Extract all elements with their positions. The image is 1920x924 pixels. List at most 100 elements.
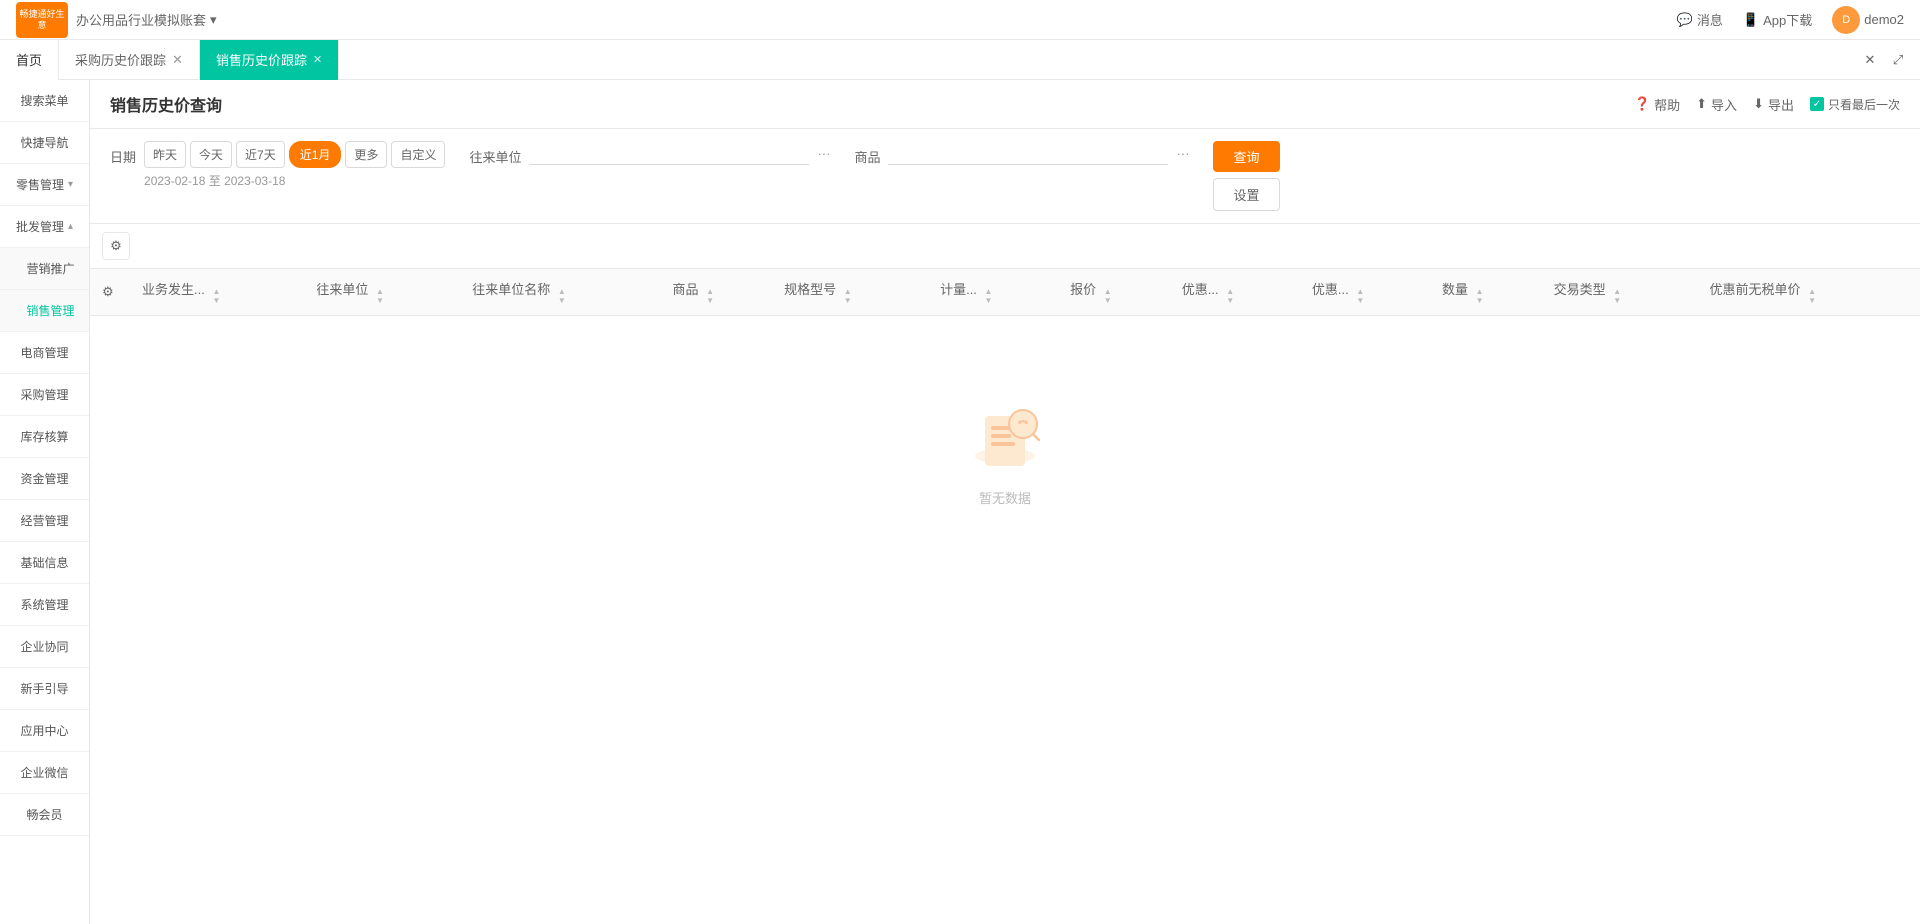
sidebar-item-search-menu[interactable]: 搜索菜单 — [0, 80, 89, 122]
sidebar-wholesale-mgmt-label: 批发管理 — [16, 218, 64, 235]
sort-icon: ▲▼ — [376, 287, 384, 305]
chevron-down-icon: ▾ — [210, 12, 217, 28]
maximize-button[interactable]: ⤢ — [1888, 50, 1908, 70]
help-icon: ❓ — [1634, 96, 1650, 112]
col-unit[interactable]: 计量... ▲▼ — [928, 269, 1058, 316]
sidebar-item-retail-mgmt[interactable]: 零售管理 ▾ — [0, 164, 89, 206]
sidebar-quick-nav-label: 快捷导航 — [20, 134, 68, 151]
sidebar-retail-mgmt-label: 零售管理 — [16, 176, 64, 193]
sidebar-item-enterprise-wechat[interactable]: 企业微信 — [0, 752, 89, 794]
tab-home[interactable]: 首页 — [0, 40, 59, 80]
col-quote[interactable]: 报价 ▲▼ — [1058, 269, 1170, 316]
date-btn-today[interactable]: 今天 — [190, 141, 232, 168]
sidebar-marketing-label: 营销推广 — [26, 260, 74, 277]
message-button[interactable]: 💬 消息 — [1677, 10, 1723, 29]
query-button[interactable]: 查询 — [1213, 141, 1279, 172]
sidebar-item-inventory[interactable]: 库存核算 — [0, 416, 89, 458]
partner-filter-group: 往来单位 ··· — [469, 141, 830, 166]
date-btn-custom[interactable]: 自定义 — [391, 141, 445, 168]
sidebar-item-enterprise-collab[interactable]: 企业协同 — [0, 626, 89, 668]
sort-icon: ▲▼ — [1356, 287, 1364, 305]
col-partner-code[interactable]: 往来单位 ▲▼ — [304, 269, 460, 316]
settings-button[interactable]: 设置 — [1213, 178, 1279, 211]
app-name: 办公用品行业模拟账套 — [76, 10, 206, 29]
sidebar: 搜索菜单 快捷导航 零售管理 ▾ 批发管理 ▴ 营销推广 销售管理 电商管理 采… — [0, 80, 90, 924]
tab-home-label: 首页 — [16, 50, 42, 69]
table-toolbar: ⚙ — [90, 224, 1920, 269]
date-btn-yesterday[interactable]: 昨天 — [144, 141, 186, 168]
sidebar-sales-mgmt-label: 销售管理 — [26, 302, 74, 319]
app-selector[interactable]: 办公用品行业模拟账套 ▾ — [76, 10, 217, 29]
sidebar-item-ecommerce-mgmt[interactable]: 电商管理 — [0, 332, 89, 374]
partner-more-dots[interactable]: ··· — [817, 146, 830, 161]
product-filter-group: 商品 ··· — [854, 141, 1189, 166]
tab-sales-history[interactable]: 销售历史价跟踪 ✕ — [200, 40, 339, 80]
sidebar-enterprise-wechat-label: 企业微信 — [20, 764, 68, 781]
sidebar-item-vip-member[interactable]: 畅会员 — [0, 794, 89, 836]
product-input[interactable] — [888, 141, 1168, 165]
col-discount-rate[interactable]: 优惠... ▲▼ — [1170, 269, 1300, 316]
page-header: 销售历史价查询 ❓ 帮助 ⬆ 导入 ⬇ 导出 只看最后一次 — [90, 80, 1920, 129]
tab-sales-history-close[interactable]: ✕ — [313, 53, 322, 66]
col-product[interactable]: 商品 ▲▼ — [661, 269, 773, 316]
help-button[interactable]: ❓ 帮助 — [1634, 95, 1680, 114]
col-pretax-price[interactable]: 优惠前无税单价 ▲▼ — [1698, 269, 1920, 316]
sidebar-item-ops-mgmt[interactable]: 经营管理 — [0, 500, 89, 542]
sidebar-item-wholesale-mgmt[interactable]: 批发管理 ▴ — [0, 206, 89, 248]
chevron-up-icon: ▴ — [68, 221, 73, 232]
col-spec[interactable]: 规格型号 ▲▼ — [772, 269, 928, 316]
sort-icon: ▲▼ — [1808, 287, 1816, 305]
avatar: D — [1832, 6, 1860, 34]
user-menu[interactable]: D demo2 — [1832, 6, 1904, 34]
partner-filter-label: 往来单位 — [469, 141, 521, 166]
table-settings-icon[interactable]: ⚙ — [102, 232, 130, 260]
sidebar-item-sys-mgmt[interactable]: 系统管理 — [0, 584, 89, 626]
import-button[interactable]: ⬆ 导入 — [1696, 95, 1737, 114]
export-button[interactable]: ⬇ 导出 — [1753, 95, 1794, 114]
date-btn-1month[interactable]: 近1月 — [289, 141, 342, 168]
sidebar-enterprise-collab-label: 企业协同 — [20, 638, 68, 655]
sidebar-item-sales-mgmt[interactable]: 销售管理 — [0, 290, 89, 332]
partner-input[interactable] — [529, 141, 809, 165]
sidebar-inventory-label: 库存核算 — [20, 428, 68, 445]
sidebar-item-app-center[interactable]: 应用中心 — [0, 710, 89, 752]
tab-purchase-history-close[interactable]: ✕ — [172, 52, 183, 68]
close-tab-button[interactable]: ✕ — [1860, 50, 1880, 70]
partner-input-group: ··· — [529, 141, 830, 165]
sidebar-app-center-label: 应用中心 — [20, 722, 68, 739]
content-area: 销售历史价查询 ❓ 帮助 ⬆ 导入 ⬇ 导出 只看最后一次 — [90, 80, 1920, 924]
only-last-checkbox-label[interactable]: 只看最后一次 — [1810, 96, 1900, 113]
sidebar-item-purchase-mgmt[interactable]: 采购管理 — [0, 374, 89, 416]
app-download-button[interactable]: 📱 App下载 — [1743, 10, 1812, 29]
sidebar-item-marketing[interactable]: 营销推广 — [0, 248, 89, 290]
sidebar-search-menu-label: 搜索菜单 — [20, 92, 68, 109]
product-more-dots[interactable]: ··· — [1176, 146, 1189, 161]
date-filter-controls: 昨天 今天 近7天 近1月 更多 自定义 2023-02-18 至 2023-0… — [144, 141, 445, 189]
date-btn-more[interactable]: 更多 — [345, 141, 387, 168]
col-partner-name[interactable]: 往来单位名称 ▲▼ — [460, 269, 660, 316]
col-discount-amount[interactable]: 优惠... ▲▼ — [1300, 269, 1430, 316]
sidebar-item-finance-mgmt[interactable]: 资金管理 — [0, 458, 89, 500]
data-table: ⚙ 业务发生... ▲▼ 往来单位 ▲▼ 往来单位名称 ▲▼ 商品 ▲▼ 规格型… — [90, 269, 1920, 316]
date-btn-7days[interactable]: 近7天 — [236, 141, 285, 168]
sidebar-finance-mgmt-label: 资金管理 — [20, 470, 68, 487]
sidebar-item-basic-info[interactable]: 基础信息 — [0, 542, 89, 584]
sort-icon: ▲▼ — [558, 287, 566, 305]
topbar-left: 畅捷通好生意 办公用品行业模拟账套 ▾ — [16, 2, 217, 38]
tab-end-buttons: ✕ ⤢ — [1860, 50, 1920, 70]
only-last-checkbox[interactable] — [1810, 97, 1824, 111]
table-header-row: ⚙ 业务发生... ▲▼ 往来单位 ▲▼ 往来单位名称 ▲▼ 商品 ▲▼ 规格型… — [90, 269, 1920, 316]
col-trade-type[interactable]: 交易类型 ▲▼ — [1542, 269, 1698, 316]
date-buttons: 昨天 今天 近7天 近1月 更多 自定义 — [144, 141, 445, 168]
col-settings: ⚙ — [90, 269, 130, 316]
sidebar-item-quick-nav[interactable]: 快捷导航 — [0, 122, 89, 164]
col-biz-date[interactable]: 业务发生... ▲▼ — [130, 269, 304, 316]
sidebar-purchase-mgmt-label: 采购管理 — [20, 386, 68, 403]
tab-purchase-history[interactable]: 采购历史价跟踪 ✕ — [59, 40, 200, 80]
sidebar-item-beginner-guide[interactable]: 新手引导 — [0, 668, 89, 710]
export-icon: ⬇ — [1753, 96, 1764, 112]
sort-icon: ▲▼ — [706, 287, 714, 305]
empty-state: 暂无数据 — [90, 316, 1920, 587]
col-quantity[interactable]: 数量 ▲▼ — [1430, 269, 1542, 316]
sidebar-vip-member-label: 畅会员 — [26, 806, 62, 823]
